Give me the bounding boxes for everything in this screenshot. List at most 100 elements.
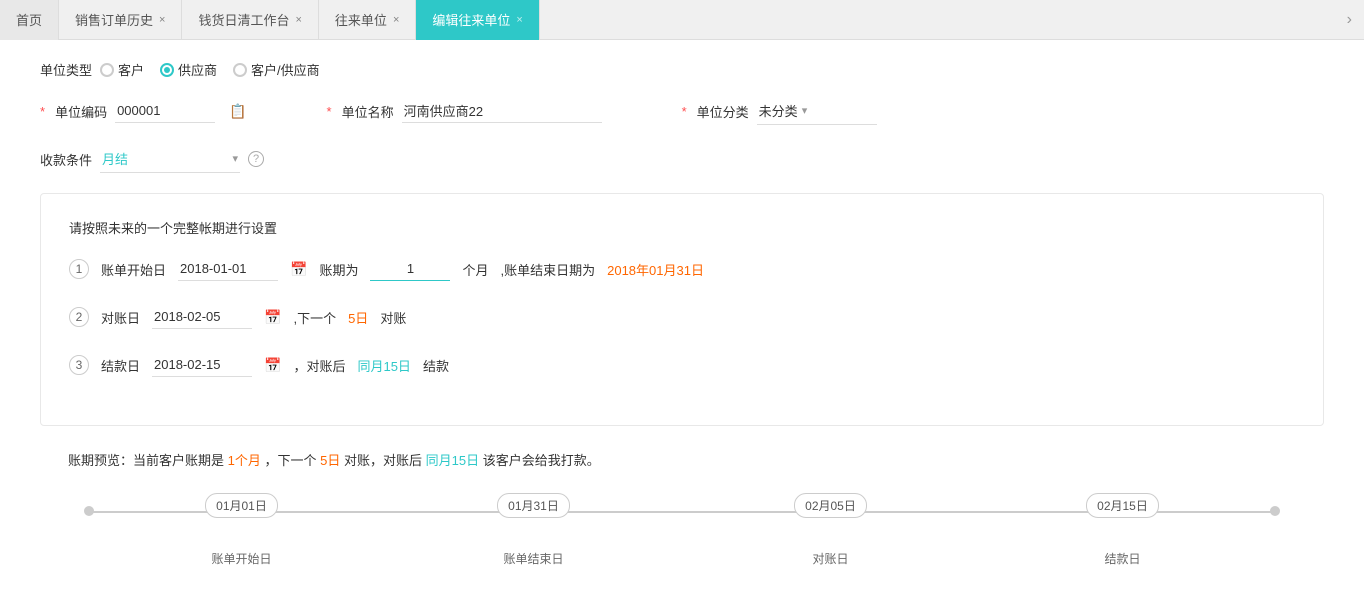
tab-sales-history-label: 销售订单历史 bbox=[75, 10, 153, 29]
name-input[interactable] bbox=[402, 99, 602, 123]
timeline-label-4: 结款日 bbox=[1104, 550, 1140, 567]
preview-highlight1: 1个月 bbox=[228, 453, 261, 468]
payment-group: 收款条件 月结 ▾ ? bbox=[40, 145, 264, 173]
main-content: 单位类型 客户 供应商 客户/供应商 * 单位编码 bbox=[0, 40, 1364, 608]
radio-both-label: 客户/供应商 bbox=[251, 60, 320, 79]
code-input[interactable] bbox=[115, 99, 215, 123]
row-number-2: 2 bbox=[69, 307, 89, 327]
payment-value: 月结 bbox=[102, 149, 228, 168]
period-end-date: 2018年01月31日 bbox=[607, 260, 704, 279]
category-select[interactable]: 未分类 ▾ bbox=[757, 97, 877, 125]
timeline-point-1: 01月01日 账单开始日 bbox=[88, 493, 385, 567]
setting-row-1: 1 账单开始日 📅 账期为 个月 ,账单结束日期为 2018年01月31日 bbox=[69, 257, 1295, 281]
tab-home[interactable]: 首页 bbox=[0, 0, 59, 40]
payment-select[interactable]: 月结 ▾ bbox=[100, 145, 240, 173]
code-calendar-icon[interactable]: 📋 bbox=[229, 103, 246, 120]
payment-suffix-highlight: 同月15日 bbox=[357, 356, 410, 375]
preview-mid2: 对账，对账后 bbox=[344, 453, 422, 468]
radio-customer[interactable]: 客户 bbox=[100, 60, 144, 79]
row-number-3: 3 bbox=[69, 355, 89, 375]
tab-edit-partner[interactable]: 编辑往来单位 × bbox=[416, 0, 539, 40]
radio-both-circle bbox=[233, 63, 247, 77]
radio-supplier-label: 供应商 bbox=[178, 60, 217, 79]
radio-supplier-circle bbox=[160, 63, 174, 77]
timeline-points: 01月01日 账单开始日 01月31日 账单结束日 bbox=[88, 493, 1276, 567]
category-arrow-icon: ▾ bbox=[802, 104, 808, 117]
radio-supplier[interactable]: 供应商 bbox=[160, 60, 217, 79]
radio-customer-circle bbox=[100, 63, 114, 77]
tab-more-arrow[interactable]: › bbox=[1335, 0, 1364, 40]
tab-bar: 首页 销售订单历史 × 钱货日清工作台 × 往来单位 × 编辑往来单位 × › bbox=[0, 0, 1364, 40]
timeline: 01月01日 账单开始日 01月31日 账单结束日 bbox=[68, 493, 1296, 567]
tab-sales-history[interactable]: 销售订单历史 × bbox=[59, 0, 182, 40]
unit-type-label: 单位类型 bbox=[40, 60, 92, 79]
timeline-end-dot bbox=[1270, 506, 1280, 516]
payment-suffix-pre: ，对账后 bbox=[293, 356, 345, 375]
preview-highlight3: 同月15日 bbox=[426, 453, 479, 468]
reconcile-suffix-post: 对账 bbox=[380, 308, 406, 327]
card-title: 请按照未来的一个完整帐期进行设置 bbox=[69, 218, 1295, 237]
tab-cash-work-label: 钱货日清工作台 bbox=[198, 10, 289, 29]
preview-prefix: 账期预览：当前客户账期是 bbox=[68, 453, 224, 468]
name-group: * 单位名称 bbox=[327, 99, 602, 123]
timeline-badge-3: 02月05日 bbox=[794, 493, 867, 518]
row-label-1: 账单开始日 bbox=[101, 260, 166, 279]
row-label-3: 结款日 bbox=[101, 356, 140, 375]
category-label: 单位分类 bbox=[697, 102, 749, 121]
payment-suffix-post: 结款 bbox=[423, 356, 449, 375]
unit-type-group: 单位类型 客户 供应商 客户/供应商 bbox=[40, 60, 320, 79]
tab-partner-close[interactable]: × bbox=[393, 14, 399, 26]
preview-section: 账期预览：当前客户账期是 1个月 ，下一个 5日 对账，对账后 同月15日 该客… bbox=[40, 434, 1324, 583]
category-required: * bbox=[682, 104, 687, 119]
reconcile-date-cal-icon[interactable]: 📅 bbox=[264, 309, 281, 326]
tab-edit-partner-close[interactable]: × bbox=[516, 14, 522, 26]
preview-text: 账期预览：当前客户账期是 1个月 ，下一个 5日 对账，对账后 同月15日 该客… bbox=[68, 450, 1296, 469]
radio-both[interactable]: 客户/供应商 bbox=[233, 60, 320, 79]
timeline-point-2: 01月31日 账单结束日 bbox=[385, 493, 682, 567]
payment-help-icon[interactable]: ? bbox=[248, 151, 264, 167]
code-group: * 单位编码 📋 bbox=[40, 99, 247, 123]
tab-cash-work[interactable]: 钱货日清工作台 × bbox=[182, 0, 318, 40]
reconcile-suffix-pre: ,下一个 bbox=[293, 308, 336, 327]
radio-customer-label: 客户 bbox=[118, 60, 144, 79]
tab-sales-history-close[interactable]: × bbox=[159, 14, 165, 26]
payment-date-cal-icon[interactable]: 📅 bbox=[264, 357, 281, 374]
code-name-category-row: * 单位编码 📋 * 单位名称 * 单位分类 未分类 ▾ bbox=[40, 97, 1324, 125]
name-required: * bbox=[327, 104, 332, 119]
preview-highlight2: 5日 bbox=[320, 453, 340, 468]
setting-row-3: 3 结款日 📅 ，对账后 同月15日 结款 bbox=[69, 353, 1295, 377]
preview-mid1: ，下一个 bbox=[265, 453, 317, 468]
category-group: * 单位分类 未分类 ▾ bbox=[682, 97, 877, 125]
name-label: 单位名称 bbox=[342, 102, 394, 121]
category-value: 未分类 bbox=[759, 101, 798, 120]
reconcile-date-input[interactable] bbox=[152, 305, 252, 329]
tab-home-label: 首页 bbox=[16, 10, 42, 29]
tab-partner-label: 往来单位 bbox=[335, 10, 387, 29]
timeline-badge-2: 01月31日 bbox=[497, 493, 570, 518]
reconcile-suffix-highlight: 5日 bbox=[348, 308, 368, 327]
tab-edit-partner-label: 编辑往来单位 bbox=[432, 10, 510, 29]
timeline-label-3: 对账日 bbox=[812, 550, 848, 567]
start-date-cal-icon[interactable]: 📅 bbox=[290, 261, 307, 278]
tab-cash-work-close[interactable]: × bbox=[295, 14, 301, 26]
card-section: 请按照未来的一个完整帐期进行设置 1 账单开始日 📅 账期为 个月 ,账单结束日… bbox=[40, 193, 1324, 426]
start-date-input[interactable] bbox=[178, 257, 278, 281]
preview-suffix: 该客户会给我打款。 bbox=[483, 453, 600, 468]
setting-row-2: 2 对账日 📅 ,下一个 5日 对账 bbox=[69, 305, 1295, 329]
code-label: 单位编码 bbox=[55, 102, 107, 121]
row-label-2: 对账日 bbox=[101, 308, 140, 327]
tab-partner[interactable]: 往来单位 × bbox=[319, 0, 416, 40]
payment-date-input[interactable] bbox=[152, 353, 252, 377]
timeline-start-dot bbox=[84, 506, 94, 516]
timeline-badge-4: 02月15日 bbox=[1086, 493, 1159, 518]
radio-group: 客户 供应商 客户/供应商 bbox=[100, 60, 320, 79]
payment-row: 收款条件 月结 ▾ ? bbox=[40, 145, 1324, 173]
payment-arrow-icon: ▾ bbox=[232, 152, 238, 165]
code-required: * bbox=[40, 104, 45, 119]
timeline-label-2: 账单结束日 bbox=[503, 550, 563, 567]
unit-type-row: 单位类型 客户 供应商 客户/供应商 bbox=[40, 60, 1324, 79]
payment-label: 收款条件 bbox=[40, 150, 92, 169]
timeline-point-3: 02月05日 对账日 bbox=[682, 493, 979, 567]
period-input[interactable] bbox=[370, 257, 450, 281]
row-number-1: 1 bbox=[69, 259, 89, 279]
